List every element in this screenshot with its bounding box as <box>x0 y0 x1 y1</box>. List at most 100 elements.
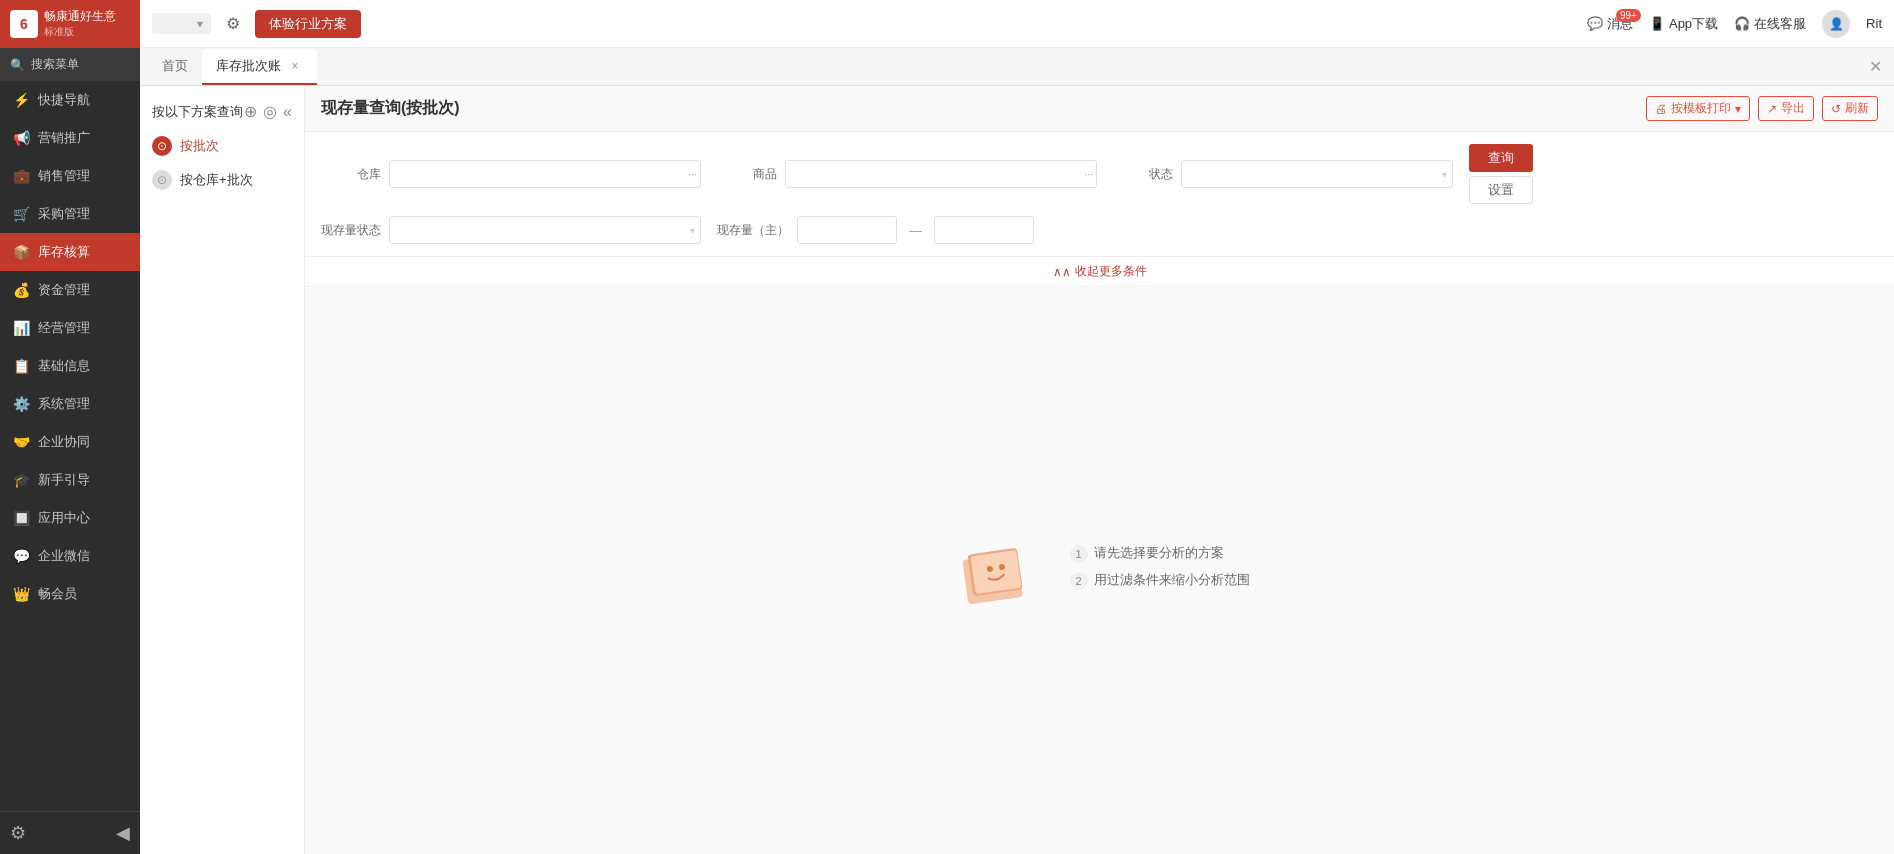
refresh-icon: ↺ <box>1831 102 1841 116</box>
status-field: 状态 ▾ <box>1113 160 1453 188</box>
product-input-wrapper: ··· <box>785 160 1097 188</box>
stock-qty-min-input[interactable] <box>797 216 897 244</box>
print-button[interactable]: 🖨 按模板打印 ▾ <box>1646 96 1750 121</box>
topbar-breadcrumb[interactable]: ▾ <box>152 13 211 34</box>
status-select[interactable] <box>1181 160 1453 188</box>
warehouse-dots-button[interactable]: ··· <box>689 169 697 180</box>
tab-home-label: 首页 <box>162 57 188 75</box>
app-download-icon: 📱 <box>1649 16 1665 31</box>
hint-text-1: 请先选择要分析的方案 <box>1094 544 1224 562</box>
sidebar-item-sales[interactable]: 💼 销售管理 <box>0 157 140 195</box>
sidebar-item-label: 企业协同 <box>38 433 90 451</box>
online-service-button[interactable]: 🎧 在线客服 <box>1734 15 1806 33</box>
search-icon: 🔍 <box>10 58 25 72</box>
tabbar: 首页 库存批次账 × ✕ <box>140 48 1894 86</box>
filter-warehouse-batch-icon: ⊙ <box>152 170 172 190</box>
sidebar-item-label: 经营管理 <box>38 319 90 337</box>
app-download-button[interactable]: 📱 App下载 <box>1649 15 1718 33</box>
query-form: 仓库 ··· 商品 ··· 状态 <box>305 132 1894 257</box>
collapse-sidebar-button[interactable]: ◀ <box>116 822 130 844</box>
query-actions: 查询 设置 <box>1469 144 1533 204</box>
empty-state: 1 请先选择要分析的方案 2 用过滤条件来缩小分析范围 <box>305 287 1894 854</box>
query-button[interactable]: 查询 <box>1469 144 1533 172</box>
sidebar-item-newbie[interactable]: 🎓 新手引导 <box>0 461 140 499</box>
settings-button[interactable]: 设置 <box>1469 176 1533 204</box>
sidebar-item-label: 应用中心 <box>38 509 90 527</box>
topbar: ▾ ⚙ 体验行业方案 💬 消息 99+ 📱 App下载 🎧 在线客服 👤 Rit <box>140 0 1894 48</box>
refresh-button[interactable]: ↺ 刷新 <box>1822 96 1878 121</box>
sidebar-item-basic[interactable]: 📋 基础信息 <box>0 347 140 385</box>
username-label[interactable]: Rit <box>1866 16 1882 31</box>
filter-option-warehouse-batch-label: 按仓库+批次 <box>180 171 253 189</box>
filter-option-batch-label: 按批次 <box>180 137 219 155</box>
sidebar-item-wechat[interactable]: 💬 企业微信 <box>0 537 140 575</box>
sidebar-nav: ⚡ 快捷导航 📢 营销推广 💼 销售管理 🛒 采购管理 📦 库存核算 💰 资金管… <box>0 81 140 811</box>
export-button[interactable]: ↗ 导出 <box>1758 96 1814 121</box>
sales-icon: 💼 <box>12 167 30 185</box>
stock-qty-max-input[interactable] <box>934 216 1034 244</box>
sidebar-item-system[interactable]: ⚙️ 系统管理 <box>0 385 140 423</box>
message-button[interactable]: 💬 消息 99+ <box>1587 15 1633 33</box>
sidebar-item-label: 库存核算 <box>38 243 90 261</box>
sidebar-item-purchase[interactable]: 🛒 采购管理 <box>0 195 140 233</box>
purchase-icon: 🛒 <box>12 205 30 223</box>
message-badge: 99+ <box>1616 9 1641 22</box>
print-chevron-icon: ▾ <box>1735 102 1741 116</box>
sidebar-item-operations[interactable]: 📊 经营管理 <box>0 309 140 347</box>
main-content: 现存量查询(按批次) 🖨 按模板打印 ▾ ↗ 导出 ↺ 刷新 <box>305 86 1894 854</box>
sidebar-item-label: 资金管理 <box>38 281 90 299</box>
page-title-bar: 现存量查询(按批次) 🖨 按模板打印 ▾ ↗ 导出 ↺ 刷新 <box>305 86 1894 132</box>
sidebar-item-label: 新手引导 <box>38 471 90 489</box>
stock-qty-label: 现存量（主） <box>717 222 789 239</box>
newbie-icon: 🎓 <box>12 471 30 489</box>
print-label: 按模板打印 <box>1671 100 1731 117</box>
settings-button[interactable]: ⚙ <box>10 822 26 844</box>
sidebar-item-enterprise[interactable]: 🤝 企业协同 <box>0 423 140 461</box>
basic-icon: 📋 <box>12 357 30 375</box>
sidebar-item-member[interactable]: 👑 畅会员 <box>0 575 140 613</box>
tab-home[interactable]: 首页 <box>148 49 202 85</box>
sidebar-item-marketing[interactable]: 📢 营销推广 <box>0 119 140 157</box>
product-input[interactable] <box>785 160 1097 188</box>
filter-panel-title: 按以下方案查询 <box>152 103 243 121</box>
marketing-icon: 📢 <box>12 129 30 147</box>
tab-close-button[interactable]: × <box>287 58 303 74</box>
add-filter-button[interactable]: ⊕ <box>244 102 257 121</box>
export-icon: ↗ <box>1767 102 1777 116</box>
app-logo: 6 <box>10 10 38 38</box>
app-download-label: App下载 <box>1669 15 1718 33</box>
system-icon: ⚙️ <box>12 395 30 413</box>
filter-option-by-batch[interactable]: ⊙ 按批次 <box>140 129 304 163</box>
sidebar-search[interactable]: 🔍 搜索菜单 <box>0 48 140 81</box>
settings-gear-button[interactable]: ⚙ <box>219 10 247 38</box>
stock-status-select[interactable] <box>389 216 701 244</box>
sidebar-item-inventory[interactable]: 📦 库存核算 <box>0 233 140 271</box>
enterprise-icon: 🤝 <box>12 433 30 451</box>
product-field: 商品 ··· <box>717 160 1097 188</box>
sidebar-item-finance[interactable]: 💰 资金管理 <box>0 271 140 309</box>
content-area: 按以下方案查询 ⊕ ◎ « ⊙ 按批次 ⊙ 按仓库+批次 现存量查询(按批次) <box>140 86 1894 854</box>
finance-icon: 💰 <box>12 281 30 299</box>
warehouse-input[interactable] <box>389 160 701 188</box>
hint-text-2: 用过滤条件来缩小分析范围 <box>1094 571 1250 589</box>
tab-inventory-batch[interactable]: 库存批次账 × <box>202 49 317 85</box>
app-name: 畅康通好生意 <box>44 9 116 25</box>
product-dots-button[interactable]: ··· <box>1085 169 1093 180</box>
warehouse-label: 仓库 <box>321 166 381 183</box>
breadcrumb-chevron-icon: ▾ <box>197 17 203 31</box>
page-title-actions: 🖨 按模板打印 ▾ ↗ 导出 ↺ 刷新 <box>1646 96 1878 121</box>
user-avatar[interactable]: 👤 <box>1822 10 1850 38</box>
refresh-label: 刷新 <box>1845 100 1869 117</box>
sidebar-item-shortcut[interactable]: ⚡ 快捷导航 <box>0 81 140 119</box>
hint-number-1: 1 <box>1070 545 1088 563</box>
sidebar-item-appstore[interactable]: 🔲 应用中心 <box>0 499 140 537</box>
experience-industry-button[interactable]: 体验行业方案 <box>255 10 361 38</box>
stock-status-field: 现存量状态 ▾ <box>321 216 701 244</box>
filter-settings-button[interactable]: ◎ <box>263 102 277 121</box>
tab-panel-close-button[interactable]: ✕ <box>1857 57 1894 76</box>
filter-collapse-button[interactable]: « <box>283 103 292 121</box>
filter-option-by-warehouse-batch[interactable]: ⊙ 按仓库+批次 <box>140 163 304 197</box>
hint-number-2: 2 <box>1070 572 1088 590</box>
collapse-conditions-button[interactable]: ∧∧ 收起更多条件 <box>305 257 1894 287</box>
message-icon: 💬 <box>1587 16 1603 31</box>
